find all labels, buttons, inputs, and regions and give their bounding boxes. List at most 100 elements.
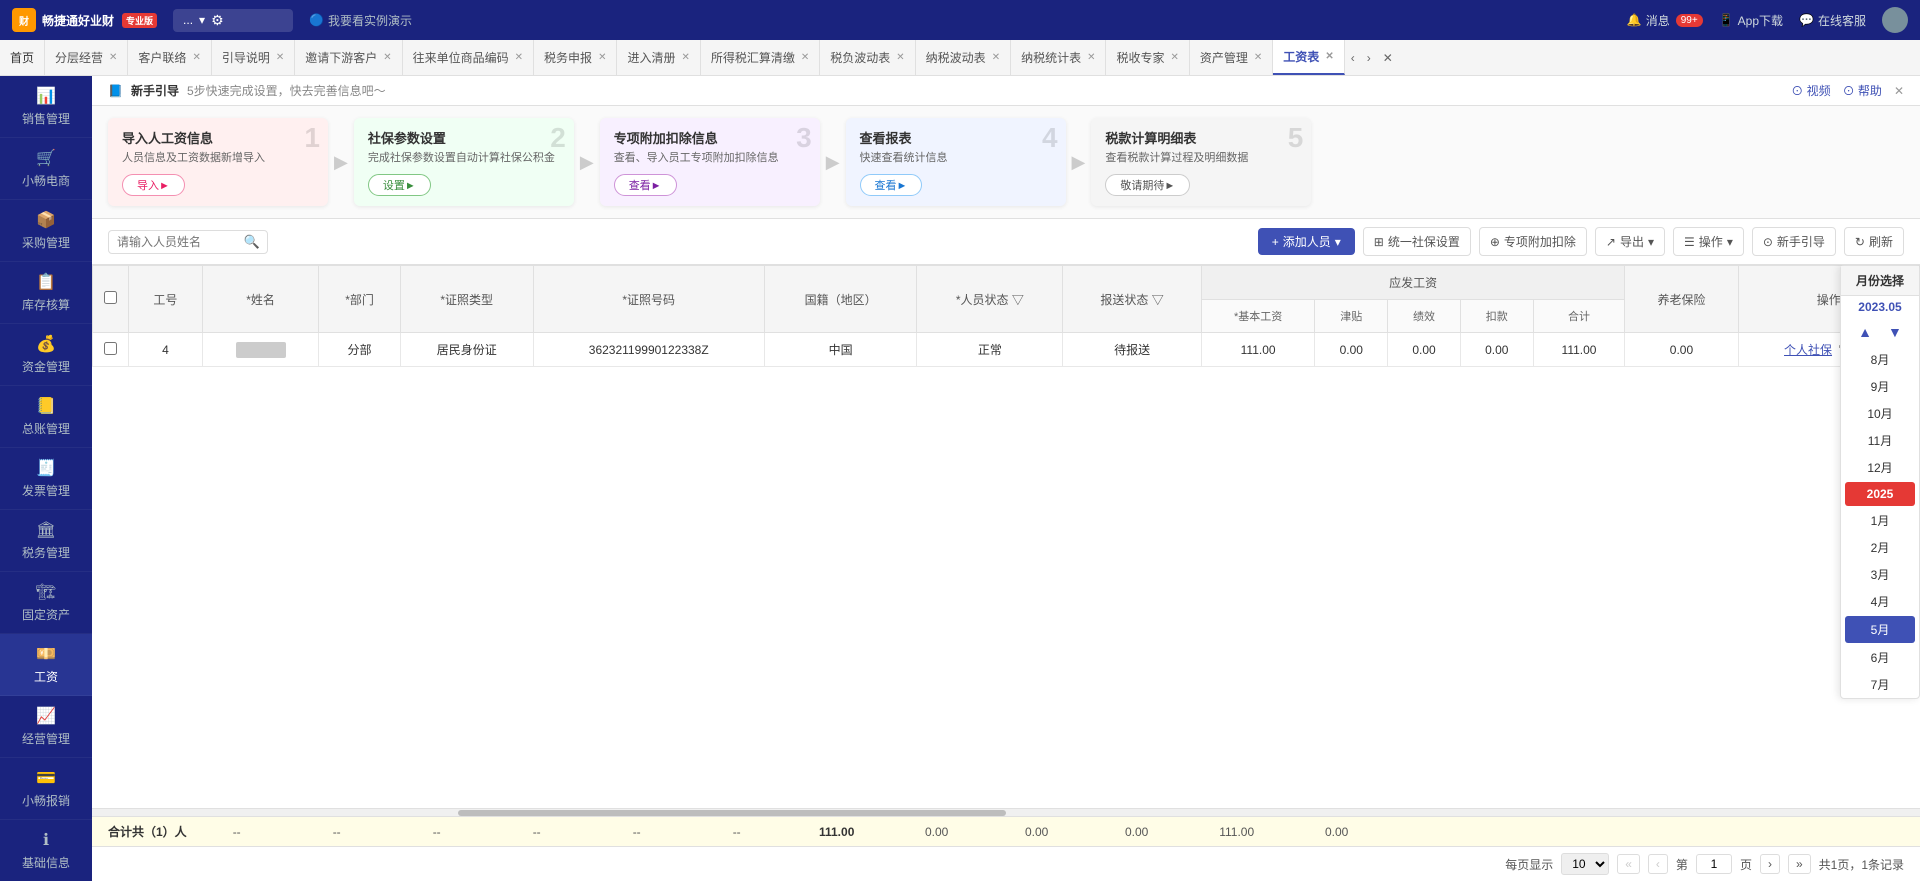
tab-nav-prev[interactable]: ‹ — [1345, 40, 1361, 75]
step-btn-5[interactable]: 敬请期待► — [1105, 174, 1190, 196]
sidebar-item-basic[interactable]: ℹ 基础信息 — [0, 820, 92, 881]
tab-assets[interactable]: 资产管理 ✕ — [1190, 40, 1273, 75]
sidebar-item-expense[interactable]: 💳 小畅报销 — [0, 758, 92, 820]
close-icon[interactable]: ✕ — [109, 52, 117, 63]
step-btn-2[interactable]: 设置► — [368, 174, 431, 196]
sidebar-item-sales[interactable]: 📊 销售管理 — [0, 76, 92, 138]
sidebar-item-tax[interactable]: 🏛 税务管理 — [0, 510, 92, 572]
footer-label: 合计共（1）人 — [108, 823, 187, 840]
month-item-2[interactable]: 2月 — [1841, 534, 1919, 561]
operations-button[interactable]: ☰ 操作 ▾ — [1673, 227, 1744, 256]
tab-income-tax[interactable]: 所得税汇算清缴 ✕ — [701, 40, 820, 75]
sidebar-item-finance-label: 资金管理 — [22, 358, 70, 375]
tab-salary[interactable]: 工资表 ✕ — [1273, 40, 1344, 75]
month-item-10[interactable]: 10月 — [1841, 400, 1919, 427]
company-selector[interactable]: ... ▾ ⚙ — [173, 9, 293, 32]
page-size-select[interactable]: 10 20 50 — [1561, 853, 1609, 875]
month-item-7[interactable]: 7月 — [1841, 671, 1919, 698]
sidebar-item-tax-label: 税务管理 — [22, 544, 70, 561]
avatar[interactable] — [1882, 7, 1908, 33]
month-item-8[interactable]: 8月 — [1841, 346, 1919, 373]
horizontal-scrollbar[interactable] — [92, 808, 1920, 816]
step-btn-3[interactable]: 查看► — [614, 174, 677, 196]
close-icon[interactable]: ✕ — [383, 52, 391, 63]
last-page-button[interactable]: » — [1788, 854, 1811, 874]
prev-page-button[interactable]: ‹ — [1648, 854, 1668, 874]
tab-close-all[interactable]: ✕ — [1377, 40, 1399, 75]
sidebar-item-salary[interactable]: 💴 工资 — [0, 634, 92, 696]
tab-tax-stats[interactable]: 纳税统计表 ✕ — [1011, 40, 1106, 75]
close-icon[interactable]: ✕ — [1171, 52, 1179, 63]
tab-nav-next[interactable]: › — [1361, 40, 1377, 75]
month-item-12[interactable]: 12月 — [1841, 454, 1919, 481]
app-download-button[interactable]: 📱 App下载 — [1719, 12, 1783, 29]
sidebar-item-inventory[interactable]: 📋 库存核算 — [0, 262, 92, 324]
close-icon[interactable]: ✕ — [992, 52, 1000, 63]
close-icon[interactable]: ✕ — [801, 52, 809, 63]
month-item-4[interactable]: 4月 — [1841, 588, 1919, 615]
guide-video-link[interactable]: ⊙ 视频 — [1791, 82, 1830, 99]
tab-product-code[interactable]: 往来单位商品编码 ✕ — [403, 40, 534, 75]
tab-guide[interactable]: 引导说明 ✕ — [212, 40, 295, 75]
special-deduction-button[interactable]: ⊕ 专项附加扣除 — [1479, 227, 1587, 256]
month-item-11[interactable]: 11月 — [1841, 427, 1919, 454]
month-item-5[interactable]: 5月 — [1845, 616, 1915, 643]
month-item-6[interactable]: 6月 — [1841, 644, 1919, 671]
service-button[interactable]: 💬 在线客服 — [1799, 12, 1866, 29]
sidebar-item-operations[interactable]: 📈 经营管理 — [0, 696, 92, 758]
close-icon[interactable]: ✕ — [276, 52, 284, 63]
filter-icon-status[interactable]: ▽ — [1012, 293, 1024, 307]
personal-insurance-link[interactable]: 个人社保 — [1784, 341, 1832, 358]
step-btn-4[interactable]: 查看► — [860, 174, 923, 196]
page-input[interactable] — [1696, 854, 1732, 874]
tab-tax-wave[interactable]: 纳税波动表 ✕ — [916, 40, 1011, 75]
tab-customer[interactable]: 客户联络 ✕ — [128, 40, 211, 75]
filter-icon-report[interactable]: ▽ — [1152, 293, 1164, 307]
export-button[interactable]: ↗ 导出 ▾ — [1595, 227, 1665, 256]
guide-help-link[interactable]: ⊙ 帮助 — [1843, 82, 1882, 99]
sidebar-item-purchase[interactable]: 📦 采购管理 — [0, 200, 92, 262]
refresh-button[interactable]: ↻ 刷新 — [1844, 227, 1904, 256]
msg-label: 消息 — [1646, 12, 1670, 29]
close-icon[interactable]: ✕ — [1254, 52, 1262, 63]
month-picker-down[interactable]: ▼ — [1882, 322, 1908, 342]
guide-button[interactable]: ⊙ 新手引导 — [1752, 227, 1836, 256]
sidebar-item-finance[interactable]: 💰 资金管理 — [0, 324, 92, 386]
message-button[interactable]: 🔔 消息 99+ — [1627, 12, 1703, 29]
first-page-button[interactable]: « — [1617, 854, 1640, 874]
tab-clearance[interactable]: 进入清册 ✕ — [617, 40, 700, 75]
sidebar-item-ledger[interactable]: 📒 总账管理 — [0, 386, 92, 448]
close-icon[interactable]: ✕ — [1325, 51, 1333, 62]
month-item-3[interactable]: 3月 — [1841, 561, 1919, 588]
add-person-button[interactable]: + 添加人员 ▾ — [1258, 228, 1355, 255]
close-icon[interactable]: ✕ — [681, 52, 689, 63]
month-item-year-badge[interactable]: 2025 — [1845, 482, 1915, 506]
sidebar-item-invoice[interactable]: 🧾 发票管理 — [0, 448, 92, 510]
month-item-9[interactable]: 9月 — [1841, 373, 1919, 400]
close-icon[interactable]: ✕ — [896, 52, 904, 63]
tab-invite[interactable]: 邀请下游客户 ✕ — [295, 40, 402, 75]
close-icon[interactable]: ✕ — [1087, 52, 1095, 63]
demo-link[interactable]: 🔵 我要看实例演示 — [309, 12, 412, 29]
guide-book-icon: 📘 — [108, 84, 123, 98]
unified-settings-button[interactable]: ⊞ 统一社保设置 — [1363, 227, 1471, 256]
row-checkbox[interactable] — [104, 342, 117, 355]
close-icon[interactable]: ✕ — [598, 52, 606, 63]
next-page-button[interactable]: › — [1760, 854, 1780, 874]
sidebar-item-assets[interactable]: 🏗 固定资产 — [0, 572, 92, 634]
tab-home[interactable]: 首页 — [0, 40, 45, 75]
month-item-1[interactable]: 1月 — [1841, 507, 1919, 534]
tab-tax-expert[interactable]: 税收专家 ✕ — [1106, 40, 1189, 75]
tab-tax-fluctuation[interactable]: 税负波动表 ✕ — [820, 40, 915, 75]
tab-tax-report[interactable]: 税务申报 ✕ — [534, 40, 617, 75]
close-icon[interactable]: ✕ — [192, 52, 200, 63]
close-icon[interactable]: ✕ — [515, 52, 523, 63]
sidebar-item-ecommerce[interactable]: 🛒 小畅电商 — [0, 138, 92, 200]
settings-icon[interactable]: ⚙ — [211, 12, 224, 29]
step-btn-1[interactable]: 导入► — [122, 174, 185, 196]
tab-layered[interactable]: 分层经营 ✕ — [45, 40, 128, 75]
guide-close-icon[interactable]: ✕ — [1894, 84, 1904, 98]
th-checkbox — [93, 266, 129, 333]
month-picker-up[interactable]: ▲ — [1852, 322, 1878, 342]
select-all-checkbox[interactable] — [104, 291, 117, 304]
